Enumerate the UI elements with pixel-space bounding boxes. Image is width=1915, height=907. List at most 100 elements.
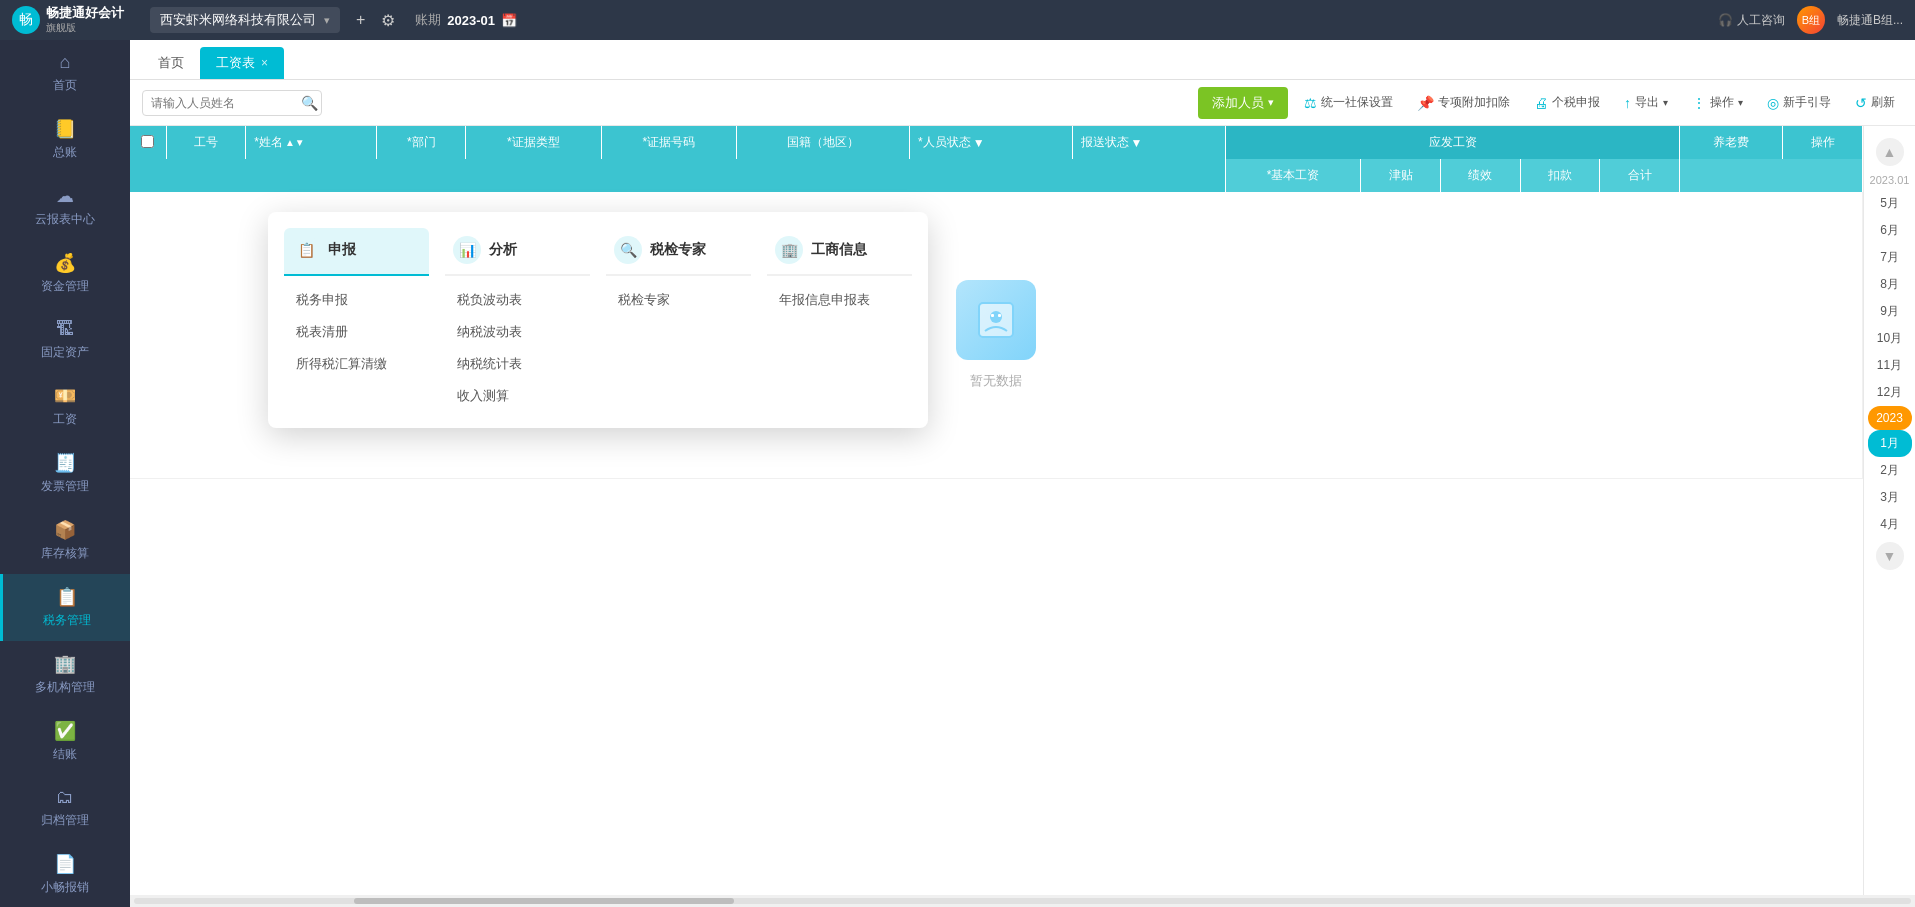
content-area: 工号 *姓名 ▲▼ *部门 *证据类型 *证据号码 国籍（地区） — [130, 126, 1915, 895]
sidebar-item-tax[interactable]: 📋 税务管理 — [0, 574, 130, 641]
period-info: 账期 2023-01 📅 — [415, 11, 517, 29]
menu-item-tax-stats[interactable]: 纳税统计表 — [445, 348, 590, 380]
menu-item-tax-burden[interactable]: 税负波动表 — [445, 284, 590, 316]
filter-icon: ▼ — [973, 136, 985, 150]
svg-point-1 — [990, 311, 1002, 323]
timeline-month-7[interactable]: 7月 — [1868, 244, 1912, 271]
dropdown-section-tax-expert: 🔍 税检专家 税检专家 — [606, 228, 751, 412]
tab-salary[interactable]: 工资表 × — [200, 47, 284, 79]
guide-button[interactable]: ◎ 新手引导 — [1759, 90, 1839, 115]
filter-icon: ▼ — [1131, 136, 1143, 150]
search-input[interactable] — [151, 96, 301, 110]
checkbox-all-header — [130, 126, 166, 159]
app-edition: 旗舰版 — [46, 21, 124, 35]
top-header: 畅 畅捷通好会计 旗舰版 西安虾米网络科技有限公司 ▾ + ⚙ 账期 2023-… — [0, 0, 1915, 40]
refresh-button[interactable]: ↺ 刷新 — [1847, 90, 1903, 115]
timeline-year-2023[interactable]: 2023 — [1868, 406, 1912, 430]
social-security-button[interactable]: ⚖ 统一社保设置 — [1296, 90, 1401, 115]
section-header-analysis: 📊 分析 — [445, 228, 590, 276]
section-header-tax-expert: 🔍 税检专家 — [606, 228, 751, 276]
sidebar-item-salary[interactable]: 💴 工资 — [0, 373, 130, 440]
sidebar-item-home[interactable]: ⌂ 首页 — [0, 40, 130, 106]
timeline-month-9[interactable]: 9月 — [1868, 298, 1912, 325]
add-company-button[interactable]: + — [352, 7, 369, 33]
col-id: 工号 — [166, 126, 246, 159]
col-pension: 养老费 — [1680, 126, 1783, 159]
menu-item-income-tax-settlement[interactable]: 所得税汇算清缴 — [284, 348, 429, 380]
tab-home[interactable]: 首页 — [142, 47, 200, 79]
timeline-month-6[interactable]: 6月 — [1868, 217, 1912, 244]
headset-icon: 🎧 — [1718, 13, 1733, 27]
timeline-month-5[interactable]: 5月 — [1868, 190, 1912, 217]
guide-icon: ◎ — [1767, 95, 1779, 111]
timeline-month-2[interactable]: 2月 — [1868, 457, 1912, 484]
select-all-checkbox[interactable] — [141, 135, 154, 148]
menu-item-annual-report[interactable]: 年报信息申报表 — [767, 284, 912, 316]
sub-total: 合计 — [1600, 159, 1680, 192]
sidebar-item-cloud[interactable]: ☁ 云报表中心 — [0, 173, 130, 240]
timeline-month-1[interactable]: 1月 — [1868, 430, 1912, 457]
menu-item-income-estimate[interactable]: 收入测算 — [445, 380, 590, 412]
col-id-no: *证据号码 — [601, 126, 736, 159]
col-region: 国籍（地区） — [737, 126, 910, 159]
home-icon: ⌂ — [60, 52, 71, 73]
customer-service-button[interactable]: 🎧 人工咨询 — [1718, 12, 1785, 29]
search-icon: 🔍 — [301, 95, 318, 111]
section-header-business-info: 🏢 工商信息 — [767, 228, 912, 276]
menu-item-tax-expert[interactable]: 税检专家 — [606, 284, 751, 316]
company-selector[interactable]: 西安虾米网络科技有限公司 ▾ — [150, 7, 340, 33]
operations-icon: ⋮ — [1692, 95, 1706, 111]
settings-icon[interactable]: ⚙ — [377, 7, 399, 34]
logo-icon: 畅 — [12, 6, 40, 34]
user-name[interactable]: 畅捷通B组... — [1837, 12, 1903, 29]
tax-declaration-button[interactable]: 🖨 个税申报 — [1526, 90, 1608, 115]
main-content: 首页 工资表 × 🔍 添加人员 ▾ ⚖ 统一社保设置 📌 — [130, 40, 1915, 907]
section-header-declaration: 📋 申报 — [284, 228, 429, 276]
export-button[interactable]: ↑ 导出 ▾ — [1616, 90, 1676, 115]
sub-basic: *基本工资 — [1225, 159, 1360, 192]
sidebar-item-label: 库存核算 — [41, 545, 89, 562]
special-deduction-button[interactable]: 📌 专项附加扣除 — [1409, 90, 1518, 115]
sidebar-item-settlement[interactable]: ✅ 结账 — [0, 708, 130, 775]
timeline-month-10[interactable]: 10月 — [1868, 325, 1912, 352]
chevron-down-icon: ▾ — [1663, 97, 1668, 108]
timeline-month-8[interactable]: 8月 — [1868, 271, 1912, 298]
timeline-month-11[interactable]: 11月 — [1868, 352, 1912, 379]
add-person-button[interactable]: 添加人员 ▾ — [1198, 87, 1288, 119]
close-icon[interactable]: × — [261, 56, 268, 70]
header-actions: + ⚙ — [352, 7, 399, 34]
sidebar-item-funds[interactable]: 💰 资金管理 — [0, 240, 130, 307]
timeline-year-label: 2023.01 — [1870, 170, 1910, 190]
sidebar-item-ledger[interactable]: 📒 总账 — [0, 106, 130, 173]
menu-item-tax-book[interactable]: 税表清册 — [284, 316, 429, 348]
scroll-thumb[interactable] — [354, 898, 734, 904]
operations-label: 操作 — [1710, 94, 1734, 111]
sidebar-item-invoice[interactable]: 🧾 发票管理 — [0, 440, 130, 507]
timeline-month-3[interactable]: 3月 — [1868, 484, 1912, 511]
sidebar-item-label: 资金管理 — [41, 278, 89, 295]
sidebar-item-label: 税务管理 — [43, 612, 91, 629]
sidebar-item-report[interactable]: 📄 小畅报销 — [0, 841, 130, 907]
operations-button[interactable]: ⋮ 操作 ▾ — [1684, 90, 1751, 115]
settlement-icon: ✅ — [54, 720, 76, 742]
timeline-down-button[interactable]: ▼ — [1876, 542, 1904, 570]
timeline-month-4[interactable]: 4月 — [1868, 511, 1912, 538]
menu-item-tax-declaration[interactable]: 税务申报 — [284, 284, 429, 316]
dropdown-section-business-info: 🏢 工商信息 年报信息申报表 — [767, 228, 912, 412]
tab-salary-label: 工资表 — [216, 54, 255, 72]
timeline-up-button[interactable]: ▲ — [1876, 138, 1904, 166]
sidebar-item-assets[interactable]: 🏗 固定资产 — [0, 307, 130, 373]
sidebar-item-inventory[interactable]: 📦 库存核算 — [0, 507, 130, 574]
horizontal-scrollbar[interactable] — [130, 895, 1915, 907]
social-security-label: 统一社保设置 — [1321, 94, 1393, 111]
sidebar-item-archive[interactable]: 🗂 归档管理 — [0, 775, 130, 841]
calendar-icon[interactable]: 📅 — [501, 13, 517, 28]
timeline-month-12[interactable]: 12月 — [1868, 379, 1912, 406]
sort-icon: ▲▼ — [285, 138, 305, 148]
service-label: 人工咨询 — [1737, 12, 1785, 29]
sidebar-item-multi-org[interactable]: 🏢 多机构管理 — [0, 641, 130, 708]
sidebar-item-label: 发票管理 — [41, 478, 89, 495]
sidebar-item-label: 工资 — [53, 411, 77, 428]
assets-icon: 🏗 — [56, 319, 74, 340]
menu-item-tax-wave[interactable]: 纳税波动表 — [445, 316, 590, 348]
